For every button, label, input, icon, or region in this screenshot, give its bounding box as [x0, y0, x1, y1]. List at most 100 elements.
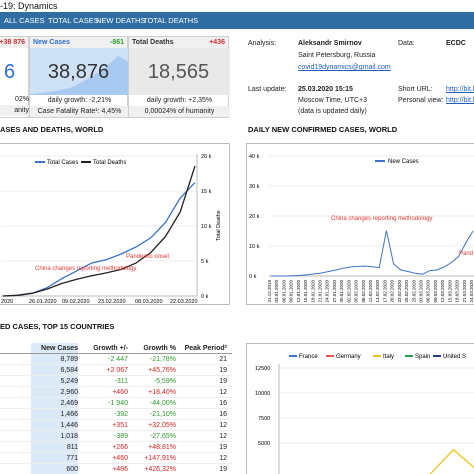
- chart2-annotation-china: China changes reporting methodology: [331, 216, 432, 222]
- analysis-name: Aleksandr Smirnov: [298, 40, 362, 47]
- tab-total-cases[interactable]: TOTAL CASES: [48, 12, 99, 29]
- tab-new-deaths[interactable]: NEW DEATHS: [96, 12, 145, 29]
- nav-tab-bar: ALL CASES TOTAL CASES NEW DEATHS TOTAL D…: [0, 12, 474, 29]
- cases-deaths-chart-panel: Total Cases Total Deaths Pandemic onset …: [0, 143, 230, 305]
- kpi-total-cases-value: 6: [3, 61, 16, 83]
- kpi-new-cases-title: New Cases: [33, 39, 70, 46]
- chart2-x-tick: 27.01.2020: [332, 280, 337, 303]
- chart2-y-ticks: 40 k 30 k 20 k 10 k 0 k: [249, 154, 260, 280]
- chart2-x-ticks: 31.12.2019 03.01.2020 06.01.2020 09.01.2020…: [267, 280, 474, 303]
- kpi-total-cases-delta: +38 876: [0, 39, 25, 46]
- chart1-right-tick: 15 k: [201, 189, 212, 195]
- table-header-growth-pct[interactable]: Growth %: [128, 343, 176, 354]
- chart2-x-tick: 21.03.2020: [462, 280, 467, 303]
- short-url-link[interactable]: http://bit.l: [446, 84, 474, 95]
- table-row[interactable]: 1,446 +351 +32,05% 12: [0, 420, 232, 431]
- chart3-series-line: [429, 448, 474, 474]
- kpi-new-cases-head: New Cases -861: [30, 37, 127, 48]
- chart2-x-tick: 18.03.2020: [455, 280, 460, 303]
- table-row[interactable]: 2,960 +460 +18,40% 12: [0, 387, 232, 398]
- table-row[interactable]: 1,466 -392 -21,10% 16: [0, 409, 232, 420]
- table-row[interactable]: 2,469 -1 940 -44,00% 16: [0, 398, 232, 409]
- table-row[interactable]: 6,584 +2 067 +45,76% 19: [0, 365, 232, 376]
- chart2-x-tick: 06.03.2020: [426, 280, 431, 303]
- table-cell-peak: 12: [219, 433, 227, 440]
- table-cell-growth: +460: [112, 389, 128, 396]
- chart3-legend-label[interactable]: Spain: [415, 354, 430, 360]
- personal-view-link[interactable]: http://bit.l: [446, 95, 474, 106]
- chart2-x-tick: 12.01.2020: [296, 280, 301, 303]
- table-cell-growth: -1 940: [108, 400, 128, 407]
- table-cell-peak: 21: [219, 356, 227, 363]
- table-cell-new: 1,018: [60, 433, 78, 440]
- chart2-x-tick: 17.02.2020: [382, 280, 387, 303]
- last-update-note: (data is updated daily): [298, 108, 367, 115]
- chart2-legend-label: New Cases: [388, 159, 419, 165]
- table-header-new-cases[interactable]: New Cases: [31, 343, 78, 354]
- table-row[interactable]: 8,789 -2 447 -21,78% 21: [0, 354, 232, 365]
- table-cell-pct: +45,76%: [148, 367, 176, 374]
- table-cell-pct: -44,00%: [149, 400, 176, 407]
- kpi-new-cases-sub1: daily growth: -2,21%: [47, 97, 112, 104]
- chart1-right-ticks: 20 k 15 k 10 k 5 k 0 k: [201, 154, 212, 300]
- table-cell-growth: +460: [112, 455, 128, 462]
- analysis-label: Analysis:: [248, 40, 277, 47]
- chart2-y-tick: 0 k: [249, 274, 257, 280]
- chart2-annotation-pandemic: Pand: [459, 251, 473, 257]
- table-row[interactable]: 771 +460 +147,91% 12: [0, 453, 232, 464]
- kpi-total-cases-sub1: 02%: [14, 96, 29, 103]
- chart3-legend-label[interactable]: France: [299, 354, 318, 360]
- chart3-legend-label[interactable]: Germany: [336, 354, 361, 360]
- last-update-timezone: Moscow Time, UTC+3: [298, 97, 368, 104]
- window-title-text: -19: Dynamics: [0, 1, 58, 11]
- table-cell-new: 2,469: [60, 400, 78, 407]
- daily-new-chart: 40 k 30 k 20 k 10 k 0 k New Cases China …: [249, 154, 474, 303]
- table-cell-growth: +486: [112, 466, 128, 473]
- table-cell-pct: -27,65%: [149, 433, 176, 440]
- table-header-peak-period[interactable]: Peak Period²: [176, 343, 227, 354]
- kpi-new-cases-value: 38,876: [47, 61, 110, 83]
- table-cell-new: 1,466: [60, 411, 78, 418]
- chart1-x-tick: 08.03.2020: [135, 299, 163, 305]
- tab-all-cases[interactable]: ALL CASES: [4, 12, 45, 29]
- chart2-x-tick: 18.01.2020: [310, 280, 315, 303]
- last-update-label: Last update:: [248, 86, 287, 93]
- table-cell-peak: 16: [219, 400, 227, 407]
- country-chart-panel: France Germany Italy Spain United S 12500 10…: [246, 343, 474, 474]
- chart2-x-tick: 02.02.2020: [346, 280, 351, 303]
- chart1-x-tick: 2020: [1, 299, 13, 305]
- data-source-value: ECDC: [446, 40, 466, 47]
- chart1-annotation-pandemic: Pandemic onset: [126, 254, 169, 260]
- chart1-x-tick: 09.02.2020: [62, 299, 90, 305]
- chart2-x-tick: 15.01.2020: [303, 280, 308, 303]
- chart2-x-tick: 15.03.2020: [447, 280, 452, 303]
- tab-total-deaths[interactable]: TOTAL DEATHS: [143, 12, 198, 29]
- chart1-right-tick: 10 k: [201, 224, 212, 230]
- chart2-x-tick: 09.03.2020: [433, 280, 438, 303]
- kpi-total-deaths-title: Total Deaths: [132, 39, 174, 46]
- table-row[interactable]: 5,249 -311 -5,59% 19: [0, 376, 232, 387]
- data-label: Data:: [398, 40, 415, 47]
- chart1-series: [2, 165, 196, 297]
- chart2-x-tick: 06.01.2020: [281, 280, 286, 303]
- table-cell-growth: -311: [114, 378, 129, 385]
- table-row[interactable]: 811 +266 +48,81% 19: [0, 442, 232, 453]
- section-daily-new-title: DAILY NEW CONFIRMED CASES, WORLD: [248, 125, 398, 134]
- table-cell-growth: +266: [112, 444, 128, 451]
- table-row[interactable]: 600 +486 +426,32% 19: [0, 464, 232, 474]
- chart1-legend-label-deaths: Total Deaths: [93, 160, 126, 166]
- chart2-x-tick: 05.02.2020: [354, 280, 359, 303]
- analysis-email-link[interactable]: covid19dynamics@gmail.com: [298, 62, 391, 73]
- table-row[interactable]: 1,018 -389 -27,65% 12: [0, 431, 232, 442]
- kpi-total-deaths-sub2: 0,00024% of humanity: [129, 106, 230, 117]
- chart3-legend-label[interactable]: Italy: [383, 354, 394, 360]
- chart3-legend-label[interactable]: United S: [443, 354, 466, 360]
- chart1-x-tick: 26.01.2020: [29, 299, 57, 305]
- table-header-growth[interactable]: Growth +/-: [78, 343, 128, 354]
- chart2-x-tick: 08.02.2020: [361, 280, 366, 303]
- chart3-y-tick: 12500: [255, 366, 270, 372]
- chart2-y-tick: 10 k: [249, 244, 260, 250]
- chart2-series-line-new-cases: [271, 230, 474, 277]
- chart3-y-tick: 10000: [255, 391, 270, 397]
- chart2-x-tick: 20.02.2020: [390, 280, 395, 303]
